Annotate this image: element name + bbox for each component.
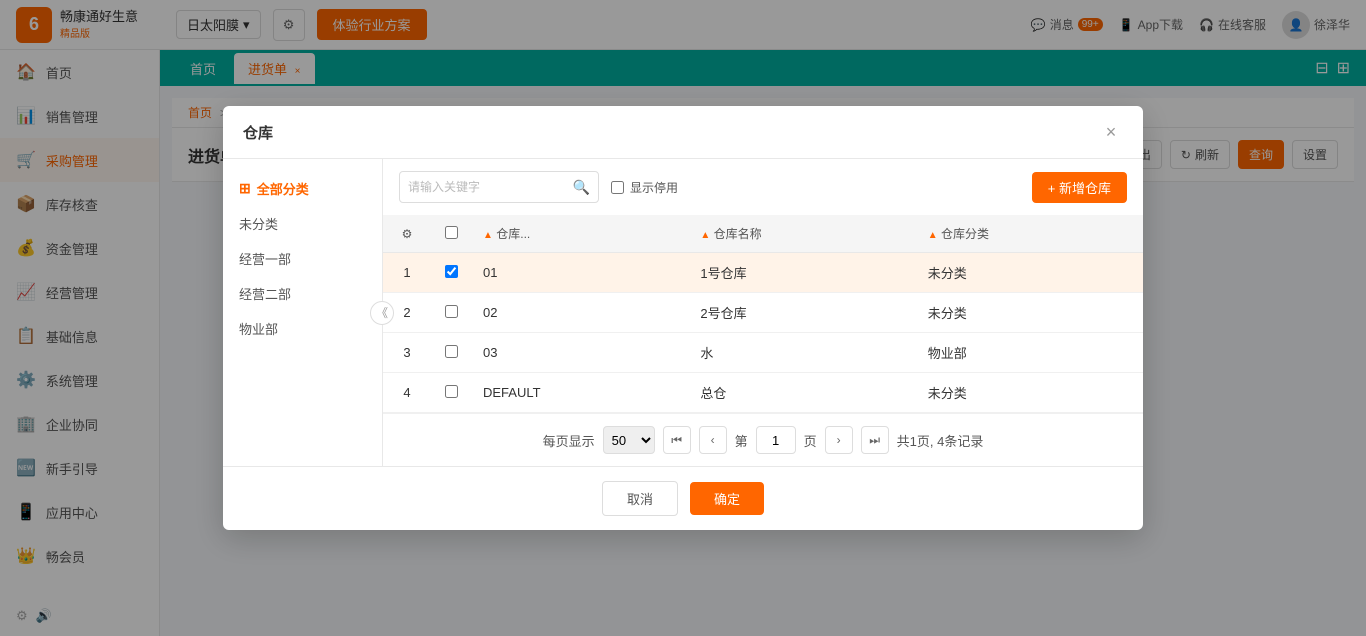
- modal-title: 仓库: [243, 122, 273, 143]
- category-item-unclassified[interactable]: 未分类: [223, 206, 382, 241]
- per-page-label: 每页显示: [543, 431, 595, 450]
- modal-close-button[interactable]: ×: [1099, 120, 1123, 144]
- row-checkbox[interactable]: [431, 333, 471, 373]
- th-checkbox: [431, 215, 471, 253]
- row-code: 02: [471, 293, 688, 333]
- modal-footer: 取消 确定: [223, 466, 1143, 530]
- warehouse-modal: 仓库 × ⊞ 全部分类 未分类 经营一部 经营二部: [223, 106, 1143, 530]
- row-code: DEFAULT: [471, 373, 688, 413]
- table-row[interactable]: 3 03 水 物业部: [383, 333, 1143, 373]
- confirm-button[interactable]: 确定: [690, 482, 764, 515]
- search-box: 🔍: [399, 171, 599, 203]
- row-code: 01: [471, 253, 688, 293]
- table-toolbar: 🔍 显示停用 + 新增仓库: [383, 159, 1143, 215]
- table-header-row: ⚙ ▲ 仓库... ▲ 仓库名称: [383, 215, 1143, 253]
- page-last-button[interactable]: ⏭: [861, 426, 889, 454]
- search-icon: 🔍: [573, 179, 590, 196]
- page-input[interactable]: [756, 426, 796, 454]
- page-label: 第: [735, 431, 748, 450]
- row-name: 1号仓库: [688, 253, 915, 293]
- page-prev-button[interactable]: ‹: [699, 426, 727, 454]
- modal-header: 仓库 ×: [223, 106, 1143, 159]
- th-index: ▲ 仓库...: [471, 215, 688, 253]
- category-collapse-button[interactable]: 《: [370, 301, 394, 325]
- row-name: 总仓: [688, 373, 915, 413]
- row-index: 3: [383, 333, 431, 373]
- modal-body: ⊞ 全部分类 未分类 经营一部 经营二部 物业部 《: [223, 159, 1143, 466]
- new-warehouse-button[interactable]: + 新增仓库: [1032, 172, 1127, 203]
- row-checkbox[interactable]: [431, 293, 471, 333]
- category-item-ops2[interactable]: 经营二部: [223, 276, 382, 311]
- sort-cat-icon: ▲: [928, 230, 938, 241]
- table-area: 🔍 显示停用 + 新增仓库 ⚙: [383, 159, 1143, 466]
- th-name: ▲ 仓库名称: [688, 215, 915, 253]
- table-row[interactable]: 1 01 1号仓库 未分类: [383, 253, 1143, 293]
- row-category: 未分类: [916, 373, 1143, 413]
- category-all[interactable]: ⊞ 全部分类: [223, 171, 382, 206]
- th-category: ▲ 仓库分类: [916, 215, 1143, 253]
- table-row[interactable]: 4 DEFAULT 总仓 未分类: [383, 373, 1143, 413]
- select-all-checkbox[interactable]: [445, 226, 458, 239]
- total-info: 共1页, 4条记录: [897, 431, 984, 450]
- per-page-select[interactable]: 50 10 20 100: [603, 426, 655, 454]
- warehouse-table: ⚙ ▲ 仓库... ▲ 仓库名称: [383, 215, 1143, 413]
- category-item-property[interactable]: 物业部: [223, 311, 382, 346]
- row-category: 未分类: [916, 253, 1143, 293]
- modal-overlay: 仓库 × ⊞ 全部分类 未分类 经营一部 经营二部: [0, 0, 1366, 636]
- row-name: 2号仓库: [688, 293, 915, 333]
- sort-icon: ▲: [483, 230, 493, 241]
- page-next-button[interactable]: ›: [825, 426, 853, 454]
- row-code: 03: [471, 333, 688, 373]
- table-wrapper: ⚙ ▲ 仓库... ▲ 仓库名称: [383, 215, 1143, 413]
- table-row[interactable]: 2 02 2号仓库 未分类: [383, 293, 1143, 333]
- page-first-button[interactable]: ⏮: [663, 426, 691, 454]
- pagination: 每页显示 50 10 20 100 ⏮ ‹ 第 页 › ⏭ 共1页, 4条记录: [383, 413, 1143, 466]
- row-index: 1: [383, 253, 431, 293]
- row-checkbox[interactable]: [431, 373, 471, 413]
- row-category: 物业部: [916, 333, 1143, 373]
- search-input[interactable]: [408, 180, 567, 194]
- th-settings: ⚙: [383, 215, 431, 253]
- row-category: 未分类: [916, 293, 1143, 333]
- show-disabled-checkbox[interactable]: [611, 181, 624, 194]
- category-panel: ⊞ 全部分类 未分类 经营一部 经营二部 物业部 《: [223, 159, 383, 466]
- show-disabled-label[interactable]: 显示停用: [611, 179, 678, 196]
- row-checkbox[interactable]: [431, 253, 471, 293]
- cancel-button[interactable]: 取消: [602, 481, 678, 516]
- category-item-ops1[interactable]: 经营一部: [223, 241, 382, 276]
- row-name: 水: [688, 333, 915, 373]
- row-index: 4: [383, 373, 431, 413]
- grid-icon: ⊞: [239, 180, 251, 197]
- page-unit: 页: [804, 431, 817, 450]
- sort-name-icon: ▲: [700, 230, 710, 241]
